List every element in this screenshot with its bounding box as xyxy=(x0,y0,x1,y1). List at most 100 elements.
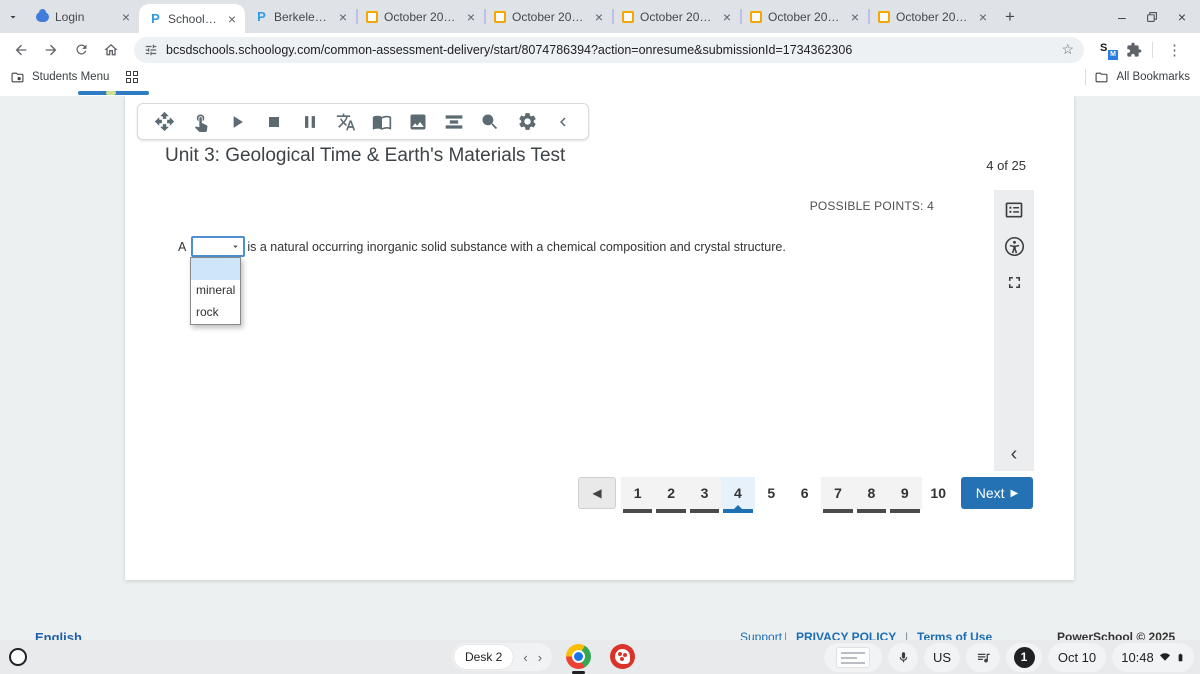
back-button[interactable] xyxy=(8,37,34,63)
schoology-logo-peek xyxy=(78,91,149,95)
tab-close-icon[interactable]: × xyxy=(225,12,239,26)
tab-close-icon[interactable]: × xyxy=(848,10,862,24)
dropdown-option-rock[interactable]: rock xyxy=(191,302,240,324)
dictionary-tool-icon[interactable] xyxy=(372,112,392,132)
keyboard-layout-button[interactable]: US xyxy=(924,642,960,672)
date-button[interactable]: Oct 10 xyxy=(1048,642,1106,672)
question-suffix: is a natural occurring inorganic solid s… xyxy=(247,239,786,254)
screenshot-preview[interactable] xyxy=(824,642,882,672)
collapse-toolbar-icon[interactable] xyxy=(554,113,572,131)
launcher-button[interactable] xyxy=(9,648,27,666)
chrome-app-icon[interactable] xyxy=(566,644,591,669)
footer-support-link[interactable]: Support xyxy=(740,630,782,640)
play-audio-icon[interactable] xyxy=(227,112,247,132)
new-tab-button[interactable]: + xyxy=(996,0,1024,33)
tab-close-icon[interactable]: × xyxy=(720,10,734,24)
zoom-text-tool-icon[interactable]: A xyxy=(480,112,500,132)
desk-forward-icon[interactable]: › xyxy=(538,650,542,665)
pointer-tool-icon[interactable] xyxy=(191,112,211,132)
forward-icon xyxy=(45,44,57,55)
tab-october-4[interactable]: October 2025 - G × xyxy=(740,0,868,33)
pager-item-6[interactable]: 6 xyxy=(788,477,821,509)
pager-item-2[interactable]: 2 xyxy=(654,477,688,513)
tab-october-3[interactable]: October 2025 - G × xyxy=(612,0,740,33)
previous-question-button[interactable]: ◀ xyxy=(578,477,616,509)
restore-button[interactable] xyxy=(1146,11,1158,23)
media-controls-button[interactable] xyxy=(966,642,1000,672)
system-tray-button[interactable]: 10:48 xyxy=(1112,642,1194,672)
tab-october-2[interactable]: October 2025 - G × xyxy=(484,0,612,33)
accessibility-icon[interactable] xyxy=(1004,236,1025,257)
pager-item-9[interactable]: 9 xyxy=(888,477,922,513)
footer-privacy-link[interactable]: PRIVACY POLICY xyxy=(796,630,896,640)
reload-button[interactable] xyxy=(68,37,94,63)
chevron-down-icon xyxy=(10,15,16,18)
tab-close-icon[interactable]: × xyxy=(464,10,478,24)
next-question-button[interactable]: Next ▶ xyxy=(961,477,1033,509)
move-tool-icon[interactable] xyxy=(154,111,175,132)
site-settings-icon[interactable] xyxy=(144,43,158,57)
tab-october-1[interactable]: October 2025 - G × xyxy=(356,0,484,33)
tab-label: October 2025 - G xyxy=(896,9,970,24)
stop-audio-icon[interactable] xyxy=(264,112,284,132)
pager-item-1[interactable]: 1 xyxy=(621,477,655,513)
address-bar[interactable]: bcsdschools.schoology.com/common-assessm… xyxy=(134,36,1084,63)
apps-grid-icon[interactable] xyxy=(126,71,139,83)
fullscreen-icon[interactable] xyxy=(1005,273,1024,292)
next-label: Next xyxy=(975,485,1005,501)
answer-dropdown[interactable] xyxy=(191,236,246,257)
question-list-icon[interactable] xyxy=(1004,200,1024,220)
picture-tool-icon[interactable] xyxy=(408,112,428,132)
bookmark-students-menu[interactable]: Students Menu xyxy=(10,71,139,84)
pager-item-5[interactable]: 5 xyxy=(755,477,788,509)
dropdown-option-mineral[interactable]: mineral xyxy=(191,280,240,302)
line-reader-tool-icon[interactable] xyxy=(444,112,464,132)
tab-berkeley[interactable]: P Berkeley Beta Clu × xyxy=(245,0,356,33)
browser-menu-icon[interactable]: ⋮ xyxy=(1163,41,1186,59)
tab-close-icon[interactable]: × xyxy=(336,10,350,24)
dropdown-option-blank[interactable] xyxy=(191,258,240,280)
url-text[interactable]: bcsdschools.schoology.com/common-assessm… xyxy=(166,43,1053,57)
extensions-puzzle-icon[interactable] xyxy=(1126,42,1142,58)
tab-close-icon[interactable]: × xyxy=(592,10,606,24)
calendar-icon xyxy=(494,10,506,23)
desk-back-icon[interactable]: ‹ xyxy=(523,650,527,665)
pager-item-7[interactable]: 7 xyxy=(821,477,855,513)
calendar-icon xyxy=(750,10,762,23)
pager-item-8[interactable]: 8 xyxy=(854,477,889,513)
tab-schoology[interactable]: P Schoology × xyxy=(139,4,245,33)
all-bookmarks-button[interactable]: All Bookmarks xyxy=(1084,69,1190,85)
minimize-button[interactable]: – xyxy=(1118,10,1126,24)
accessibility-toolbar: A xyxy=(137,103,589,140)
canvas-app-icon[interactable] xyxy=(610,644,635,669)
notification-counter[interactable]: 1 xyxy=(1006,642,1042,672)
pager-item-4-current[interactable]: 4 xyxy=(721,477,755,513)
question-pager: 1 2 3 4 5 6 7 8 9 10 xyxy=(621,477,955,513)
pager-item-3[interactable]: 3 xyxy=(687,477,722,513)
microphone-button[interactable] xyxy=(888,642,918,672)
pause-audio-icon[interactable] xyxy=(300,112,320,132)
footer-terms-link[interactable]: Terms of Use xyxy=(917,630,992,640)
desk-switcher: Desk 2 ‹ › xyxy=(452,643,553,671)
pager-item-10[interactable]: 10 xyxy=(922,477,955,509)
securly-extension-icon[interactable]: SM xyxy=(1100,42,1118,60)
tab-october-5[interactable]: October 2025 - G × xyxy=(868,0,996,33)
close-window-button[interactable]: × xyxy=(1178,10,1186,24)
footer-separator: | xyxy=(905,630,909,640)
bookmark-star-icon[interactable]: ☆ xyxy=(1061,41,1074,58)
translate-tool-icon[interactable] xyxy=(336,112,356,132)
footer-copyright: PowerSchool © 2025 xyxy=(1057,630,1176,640)
tab-login[interactable]: Login × xyxy=(26,0,139,33)
forward-button[interactable] xyxy=(38,37,64,63)
collapse-panel-icon[interactable]: ‹ xyxy=(1011,444,1018,464)
tab-label: Schoology xyxy=(168,11,219,26)
desk-label[interactable]: Desk 2 xyxy=(454,645,514,669)
home-button[interactable] xyxy=(98,37,124,63)
settings-gear-icon[interactable] xyxy=(517,111,538,132)
assessment-tool-panel: ‹ xyxy=(994,190,1034,471)
footer-language-link[interactable]: English xyxy=(35,630,82,640)
tab-close-icon[interactable]: × xyxy=(976,10,990,24)
tab-close-icon[interactable]: × xyxy=(119,10,133,24)
page-top-strip xyxy=(0,88,1200,96)
tab-search-button[interactable] xyxy=(0,0,26,33)
